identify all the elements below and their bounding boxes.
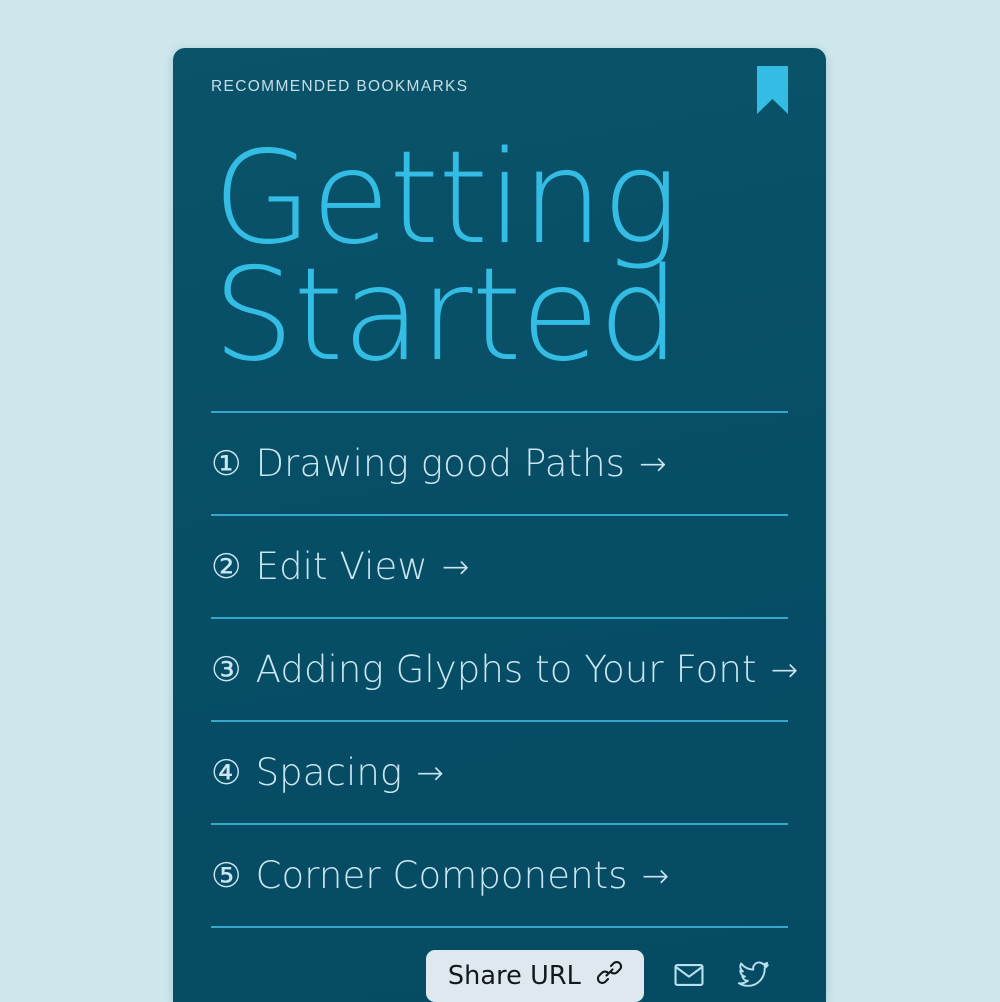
toc-item-label: Adding Glyphs to Your Font [255,648,757,691]
share-url-button[interactable]: Share URL [425,950,644,1002]
table-of-contents: ① Drawing good Paths → ② Edit View → ③ A… [211,411,798,928]
arrow-right-icon: → [416,753,444,792]
toc-item-edit-view[interactable]: ② Edit View → [211,516,788,617]
toc-item-number: ① [211,443,242,484]
toc-item-drawing-good-paths[interactable]: ① Drawing good Paths → [211,413,788,514]
toc-item-number: ② [211,546,242,587]
link-icon [595,958,624,994]
toc-item-number: ④ [211,752,242,793]
email-share-button[interactable] [670,957,708,995]
page-title: Getting Started [213,123,680,391]
toc-item-label: Drawing good Paths [255,442,626,485]
card-footer: Share URL [211,950,788,1002]
bookmark-icon[interactable] [757,66,788,114]
divider [211,926,788,928]
twitter-share-button[interactable] [734,957,772,995]
arrow-right-icon: → [639,444,667,483]
envelope-icon [672,958,706,995]
card-header: RECOMMENDED BOOKMARKS [211,48,788,134]
arrow-right-icon: → [641,856,670,895]
arrow-right-icon: → [770,650,799,689]
toc-item-label: Corner Components [255,854,628,897]
toc-item-corner-components[interactable]: ⑤ Corner Components → [211,825,788,926]
toc-item-label: Spacing [255,751,403,794]
recommended-bookmarks-card: RECOMMENDED BOOKMARKS Getting Started ① … [173,48,826,1002]
toc-item-number: ③ [211,649,242,690]
toc-item-adding-glyphs-to-your-font[interactable]: ③ Adding Glyphs to Your Font → [211,619,798,720]
twitter-bird-icon [736,958,770,995]
eyebrow-label: RECOMMENDED BOOKMARKS [211,78,469,95]
arrow-right-icon: → [441,547,470,586]
toc-item-number: ⑤ [211,855,242,896]
toc-item-spacing[interactable]: ④ Spacing → [211,722,788,823]
toc-item-label: Edit View [255,545,428,588]
share-url-label: Share URL [447,961,581,991]
